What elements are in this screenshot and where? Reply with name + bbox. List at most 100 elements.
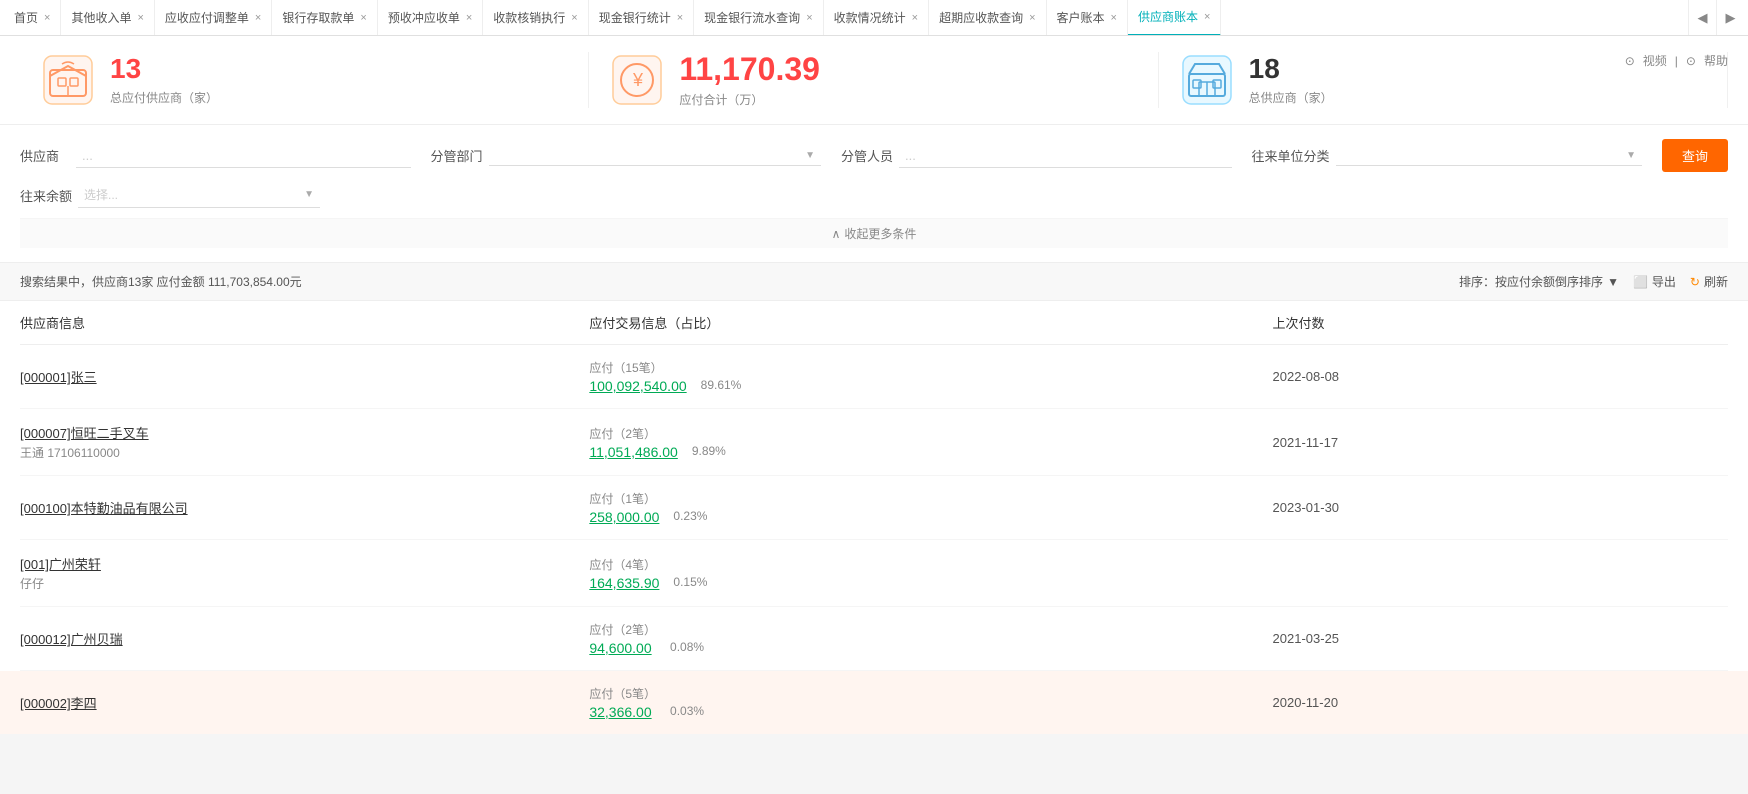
tab-close-receipt-verify[interactable]: × [571, 12, 577, 24]
link-separator: | [1675, 54, 1678, 68]
tab-label: 预收冲应收单 [388, 9, 460, 26]
tab-close-ar-ap-adjust[interactable]: × [255, 12, 261, 24]
nav-tab-bank-deposit[interactable]: 银行存取款单 × [272, 0, 377, 36]
nav-arrow-left[interactable]: ◀ [1688, 0, 1716, 36]
export-button[interactable]: ⬜ 导出 [1633, 273, 1676, 290]
supplier-link[interactable]: [000100]本特勤油品有限公司 [20, 501, 188, 516]
sort-icon: ▼ [1607, 275, 1619, 289]
lastpay-cell: 2020-11-20 [1273, 695, 1728, 710]
header-transaction: 应付交易信息（占比） [589, 313, 1272, 332]
video-link[interactable]: 视频 [1643, 52, 1667, 69]
supplier-link[interactable]: [001]广州荣轩 [20, 557, 101, 572]
tab-label: 现金银行统计 [599, 9, 671, 26]
table-row: [000100]本特勤油品有限公司 应付（1笔） 258,000.00 0.23… [20, 476, 1728, 540]
tab-close-bank-deposit[interactable]: × [360, 12, 366, 24]
tab-close-receipt-stat[interactable]: × [912, 12, 918, 24]
tab-label: 收款情况统计 [834, 9, 906, 26]
help-link[interactable]: 帮助 [1704, 52, 1728, 69]
tx-pct: 0.15% [673, 575, 707, 591]
tx-amount[interactable]: 32,366.00 [589, 704, 656, 720]
transaction-cell: 应付（1笔） 258,000.00 0.23% [589, 490, 1272, 525]
lastpay-cell: 2023-01-30 [1273, 500, 1728, 515]
tx-amount[interactable]: 164,635.90 [589, 575, 659, 591]
sort-button[interactable]: 排序：按应付余额倒序排序 ▼ [1459, 273, 1619, 290]
tab-close-supplier-ledger[interactable]: × [1204, 11, 1210, 23]
tx-label: 应付（2笔） [589, 621, 656, 638]
dept-filter-label: 分管部门 [431, 146, 483, 165]
tab-close-customer-ledger[interactable]: × [1111, 12, 1117, 24]
tab-close-prepay-offset[interactable]: × [466, 12, 472, 24]
supplier-filter-label: 供应商 [20, 146, 70, 165]
supplier-link[interactable]: [000012]广州贝瑞 [20, 632, 123, 647]
tab-label: 供应商账本 [1138, 8, 1198, 25]
nav-tab-cash-stat[interactable]: 现金银行统计 × [589, 0, 694, 36]
lastpay-cell: 2022-08-08 [1273, 369, 1728, 384]
payable-amount-label: 应付合计（万） [679, 91, 820, 108]
filter-balance: 往来余额 选择... ▼ [20, 182, 320, 208]
last-pay-date: 2021-11-17 [1273, 435, 1339, 450]
supplier-info-cell: [001]广州荣轩 仔仔 [20, 554, 589, 592]
nav-tab-ar-ap-adjust[interactable]: 应收应付调整单× [155, 0, 272, 36]
store-icon [1179, 52, 1235, 108]
supplier-icon [40, 52, 96, 108]
top-nav: 首页×其他收入单×应收应付调整单×银行存取款单×预收冲应收单×收款核销执行×现金… [0, 0, 1748, 36]
filter-row-2: 往来余额 选择... ▼ [20, 182, 1728, 208]
transaction-cell: 应付（15笔） 100,092,540.00 89.61% [589, 359, 1272, 394]
tab-close-cash-flow[interactable]: × [806, 12, 812, 24]
search-button[interactable]: 查询 [1662, 139, 1728, 172]
tx-pct: 89.61% [701, 378, 742, 394]
table-row: [001]广州荣轩 仔仔 应付（4笔） 164,635.90 0.15% [20, 540, 1728, 607]
supplier-input[interactable] [76, 144, 411, 168]
tab-label: 首页 [14, 9, 38, 26]
top-right-links: ⊙ 视频 | ⊙ 帮助 [1625, 52, 1728, 69]
nav-tab-home[interactable]: 首页 × [4, 0, 61, 36]
tab-label: 银行存取款单 [282, 9, 354, 26]
tx-amount[interactable]: 100,092,540.00 [589, 378, 686, 394]
tab-label: 收款核销执行 [493, 9, 565, 26]
supplier-link[interactable]: [000007]恒旺二手叉车 [20, 426, 149, 441]
tab-close-other-income[interactable]: × [137, 12, 143, 24]
tab-close-home[interactable]: × [44, 12, 50, 24]
balance-filter-label: 往来余额 [20, 186, 72, 205]
transaction-cell: 应付（5笔） 32,366.00 0.03% [589, 685, 1272, 720]
category-select[interactable]: ▼ [1336, 146, 1642, 166]
nav-tab-supplier-ledger[interactable]: 供应商账本 × [1128, 0, 1221, 36]
last-pay-date: 2020-11-20 [1273, 695, 1339, 710]
collapse-button[interactable]: ∧ 收起更多条件 [20, 218, 1728, 248]
refresh-button[interactable]: ↻ 刷新 [1690, 273, 1728, 290]
supplier-link[interactable]: [000002]李四 [20, 696, 97, 711]
person-input[interactable] [899, 144, 1231, 168]
table-header: 供应商信息 应付交易信息（占比） 上次付数 [20, 301, 1728, 345]
refresh-label: 刷新 [1704, 273, 1728, 290]
tab-close-overdue-ar[interactable]: × [1029, 12, 1035, 24]
nav-arrow-right[interactable]: ▶ [1716, 0, 1744, 36]
tab-label: 客户账本 [1057, 9, 1105, 26]
nav-tab-overdue-ar[interactable]: 超期应收款查询 × [929, 0, 1046, 36]
tx-amount[interactable]: 94,600.00 [589, 640, 656, 656]
category-filter-label: 往来单位分类 [1252, 146, 1330, 165]
tx-label: 应付（15笔） [589, 359, 686, 376]
supplier-info-cell: [000001]张三 [20, 367, 589, 386]
supplier-link[interactable]: [000001]张三 [20, 370, 97, 385]
balance-select[interactable]: 选择... ▼ [78, 182, 320, 208]
supplier-sub: 王通 17106110000 [20, 444, 589, 461]
nav-tab-receipt-stat[interactable]: 收款情况统计 × [824, 0, 929, 36]
table-container: 供应商信息 应付交易信息（占比） 上次付数 [000001]张三 应付（15笔）… [0, 301, 1748, 734]
balance-placeholder: 选择... [84, 186, 118, 203]
tab-close-cash-stat[interactable]: × [677, 12, 683, 24]
nav-tab-cash-flow[interactable]: 现金银行流水查询× [694, 0, 823, 36]
dept-select[interactable]: ▼ [489, 146, 821, 166]
stats-bar: 13 总应付供应商（家） ¥ 11,170.39 应付合计（万） [0, 36, 1748, 125]
nav-tab-prepay-offset[interactable]: 预收冲应收单 × [378, 0, 483, 36]
stat-payable-amount: ¥ 11,170.39 应付合计（万） [589, 52, 1158, 108]
nav-tab-receipt-verify[interactable]: 收款核销执行 × [483, 0, 588, 36]
total-suppliers-label: 总供应商（家） [1249, 89, 1333, 106]
balance-dropdown-icon: ▼ [304, 189, 314, 200]
nav-tab-customer-ledger[interactable]: 客户账本 × [1047, 0, 1128, 36]
export-icon: ⬜ [1633, 275, 1648, 289]
transaction-cell: 应付（2笔） 94,600.00 0.08% [589, 621, 1272, 656]
tab-label: 超期应收款查询 [939, 9, 1023, 26]
nav-tab-other-income[interactable]: 其他收入单× [61, 0, 154, 36]
tx-amount[interactable]: 11,051,486.00 [589, 444, 678, 460]
tx-amount[interactable]: 258,000.00 [589, 509, 659, 525]
